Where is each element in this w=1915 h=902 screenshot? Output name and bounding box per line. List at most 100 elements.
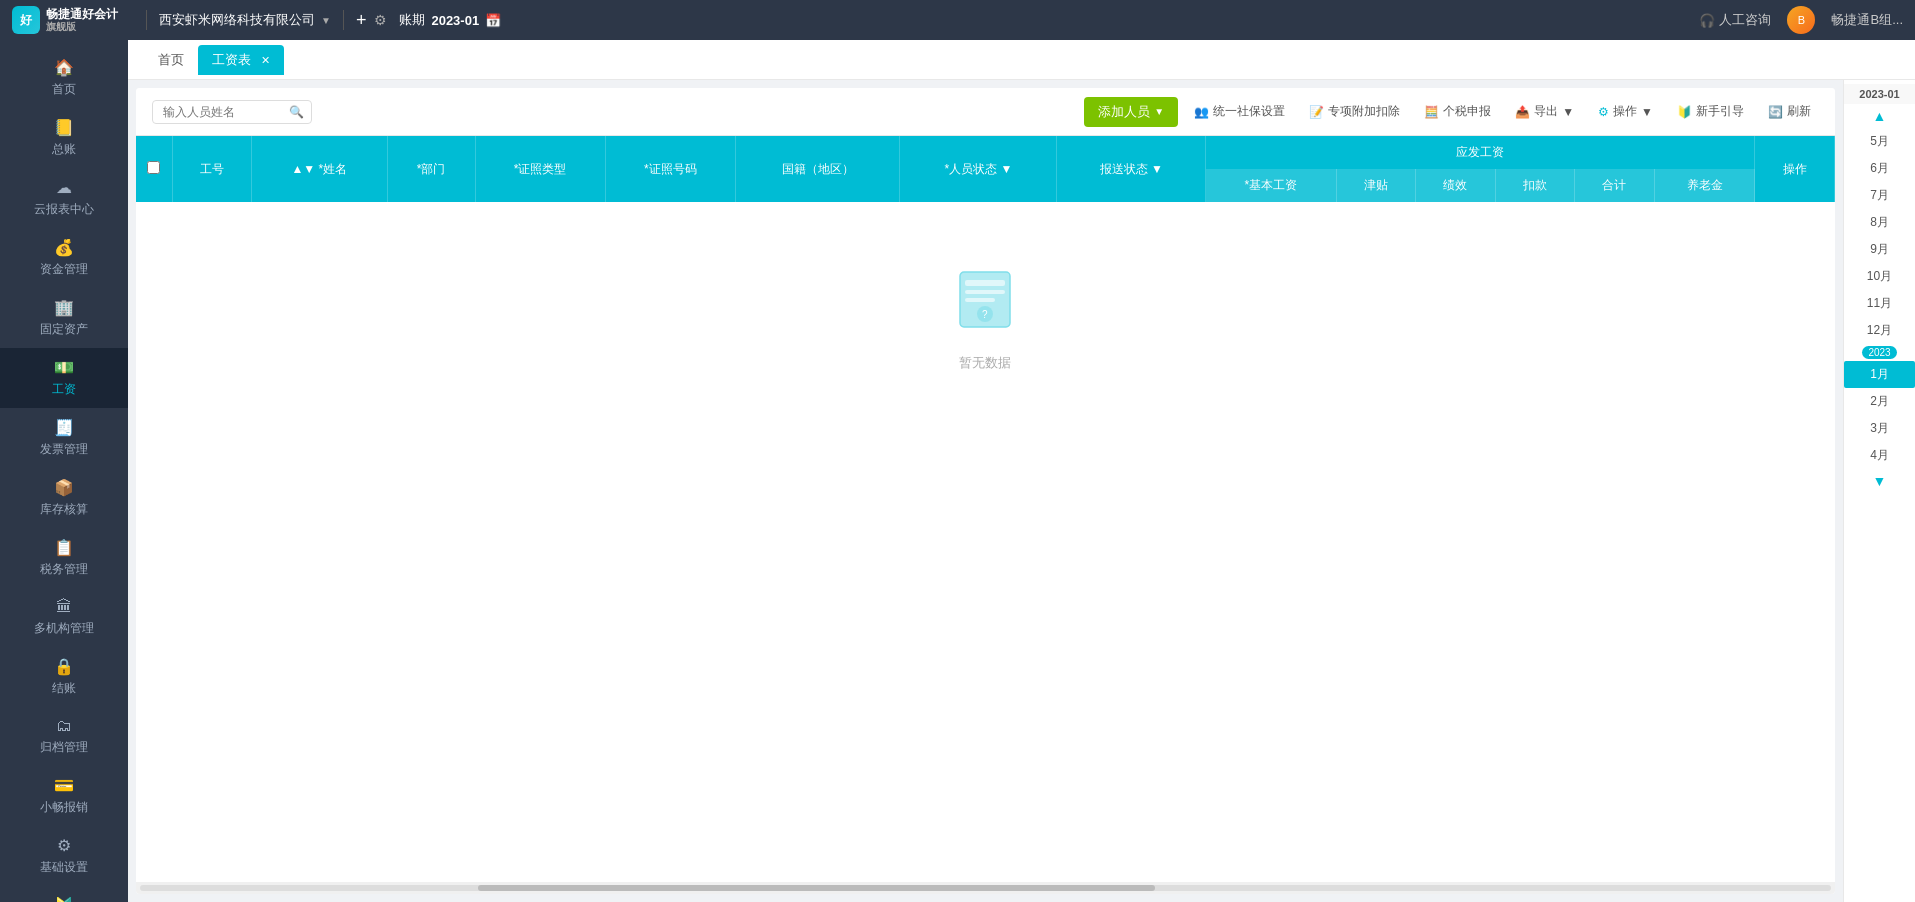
cal-scroll-down[interactable]: ▼ bbox=[1868, 469, 1892, 493]
settings-icon[interactable]: ⚙ bbox=[374, 12, 387, 28]
tab-home-label: 首页 bbox=[158, 52, 184, 67]
th-status-label: *人员状态 ▼ bbox=[944, 162, 1012, 176]
tabs-bar: 首页 工资表 ✕ bbox=[128, 40, 1915, 80]
th-country: 国籍（地区） bbox=[735, 136, 899, 202]
th-base-salary: *基本工资 bbox=[1206, 169, 1336, 202]
table-container: 工号 ▲▼ *姓名 *部门 *证照类型 bbox=[136, 136, 1835, 882]
cal-month-7[interactable]: 7月 bbox=[1844, 182, 1915, 209]
sidebar-item-invoice[interactable]: 🧾 发票管理 bbox=[0, 408, 128, 468]
add-person-arrow: ▼ bbox=[1154, 106, 1164, 117]
cal-month-11[interactable]: 11月 bbox=[1844, 290, 1915, 317]
select-all-checkbox[interactable] bbox=[147, 161, 160, 174]
sidebar-label-invoice: 发票管理 bbox=[40, 441, 88, 458]
sidebar-item-fixed-assets[interactable]: 🏢 固定资产 bbox=[0, 288, 128, 348]
sidebar-item-expense[interactable]: 💳 小畅报销 bbox=[0, 766, 128, 826]
topbar-right: 🎧 人工咨询 B 畅捷通B组... bbox=[1699, 6, 1903, 34]
content-area: 首页 工资表 ✕ 🔍 添加人员 ▼ bbox=[128, 40, 1915, 902]
sidebar-label-close: 结账 bbox=[52, 680, 76, 697]
cal-month-12[interactable]: 12月 bbox=[1844, 317, 1915, 344]
sidebar-item-guide[interactable]: 🔰 新手引导 bbox=[0, 886, 128, 902]
operations-arrow: ▼ bbox=[1641, 105, 1653, 119]
add-person-button[interactable]: 添加人员 ▼ bbox=[1084, 97, 1178, 127]
cal-month-3[interactable]: 3月 bbox=[1844, 415, 1915, 442]
service-label: 人工咨询 bbox=[1719, 11, 1771, 29]
cal-month-2[interactable]: 2月 bbox=[1844, 388, 1915, 415]
cal-month-1[interactable]: 1月 bbox=[1844, 361, 1915, 388]
payroll-toolbar: 🔍 添加人员 ▼ 👥 统一社保设置 📝 专项附加扣除 bbox=[136, 88, 1835, 136]
cal-month-8[interactable]: 8月 bbox=[1844, 209, 1915, 236]
sidebar-label-payroll: 工资 bbox=[52, 381, 76, 398]
empty-cell: ? 暂无数据 bbox=[136, 202, 1835, 432]
sidebar-item-fund[interactable]: 💰 资金管理 bbox=[0, 228, 128, 288]
sidebar-item-inventory[interactable]: 📦 库存核算 bbox=[0, 468, 128, 528]
service-button[interactable]: 🎧 人工咨询 bbox=[1699, 11, 1771, 29]
sidebar-item-close[interactable]: 🔒 结账 bbox=[0, 647, 128, 707]
cal-month-5[interactable]: 5月 bbox=[1844, 128, 1915, 155]
sidebar-item-settings[interactable]: ⚙ 基础设置 bbox=[0, 826, 128, 886]
sidebar-item-cloud-report[interactable]: ☁ 云报表中心 bbox=[0, 168, 128, 228]
special-deduct-button[interactable]: 📝 专项附加扣除 bbox=[1301, 99, 1408, 124]
tab-close-icon[interactable]: ✕ bbox=[261, 54, 270, 66]
cloud-report-icon: ☁ bbox=[56, 178, 72, 197]
company-selector[interactable]: 西安虾米网络科技有限公司 ▼ bbox=[159, 11, 331, 29]
search-input[interactable] bbox=[163, 105, 283, 119]
cal-month-4[interactable]: 4月 bbox=[1844, 442, 1915, 469]
tab-home[interactable]: 首页 bbox=[144, 45, 198, 75]
user-avatar[interactable]: B bbox=[1787, 6, 1815, 34]
inventory-icon: 📦 bbox=[54, 478, 74, 497]
fund-icon: 💰 bbox=[54, 238, 74, 257]
settings-sidebar-icon: ⚙ bbox=[57, 836, 71, 855]
operations-button[interactable]: ⚙ 操作 ▼ bbox=[1590, 99, 1661, 124]
export-button[interactable]: 📤 导出 ▼ bbox=[1507, 99, 1582, 124]
period-calendar-icon[interactable]: 📅 bbox=[485, 13, 501, 28]
th-id-number-label: *证照号码 bbox=[644, 162, 697, 176]
guide-toolbar-button[interactable]: 🔰 新手引导 bbox=[1669, 99, 1752, 124]
logo-icon: 好 bbox=[12, 6, 40, 34]
social-security-button[interactable]: 👥 统一社保设置 bbox=[1186, 99, 1293, 124]
personal-tax-button[interactable]: 🧮 个税申报 bbox=[1416, 99, 1499, 124]
sidebar-item-ledger[interactable]: 📒 总账 bbox=[0, 108, 128, 168]
username: 畅捷通B组... bbox=[1831, 11, 1903, 29]
export-arrow: ▼ bbox=[1562, 105, 1574, 119]
add-button[interactable]: + bbox=[356, 10, 367, 31]
th-checkbox[interactable] bbox=[136, 136, 172, 202]
sidebar-item-home[interactable]: 🏠 首页 bbox=[0, 48, 128, 108]
close-period-icon: 🔒 bbox=[54, 657, 74, 676]
sidebar-label-multi-org: 多机构管理 bbox=[34, 620, 94, 637]
period-value: 2023-01 bbox=[431, 13, 479, 28]
th-operations-label: 操作 bbox=[1783, 162, 1807, 176]
cal-scroll-up[interactable]: ▲ bbox=[1868, 104, 1892, 128]
cal-year-badge: 2023 bbox=[1862, 346, 1896, 359]
sidebar-item-payroll[interactable]: 💵 工资 bbox=[0, 348, 128, 408]
archive-icon: 🗂 bbox=[56, 717, 72, 735]
sidebar-label-fund: 资金管理 bbox=[40, 261, 88, 278]
th-total-label: 合计 bbox=[1602, 178, 1626, 192]
export-icon: 📤 bbox=[1515, 105, 1530, 119]
invoice-icon: 🧾 bbox=[54, 418, 74, 437]
guide-toolbar-label: 新手引导 bbox=[1696, 103, 1744, 120]
th-report-status: 报送状态 ▼ bbox=[1057, 136, 1206, 202]
cal-month-6[interactable]: 6月 bbox=[1844, 155, 1915, 182]
th-allowance: 津贴 bbox=[1336, 169, 1416, 202]
app-logo: 好 畅捷通好会计 旗舰版 bbox=[12, 6, 118, 34]
th-department: *部门 bbox=[387, 136, 475, 202]
cal-month-10[interactable]: 10月 bbox=[1844, 263, 1915, 290]
inner-content: 🔍 添加人员 ▼ 👥 统一社保设置 📝 专项附加扣除 bbox=[128, 80, 1915, 902]
th-salary-group-label: 应发工资 bbox=[1456, 145, 1504, 159]
tab-payroll-table[interactable]: 工资表 ✕ bbox=[198, 45, 284, 75]
sidebar-item-archive[interactable]: 🗂 归档管理 bbox=[0, 707, 128, 766]
tax-icon: 📋 bbox=[54, 538, 74, 557]
sidebar: 🏠 首页 📒 总账 ☁ 云报表中心 💰 资金管理 🏢 固定资产 💵 工资 🧾 发… bbox=[0, 40, 128, 902]
bottom-scrollbar[interactable] bbox=[136, 882, 1835, 894]
special-deduct-label: 专项附加扣除 bbox=[1328, 103, 1400, 120]
th-id-type: *证照类型 bbox=[475, 136, 605, 202]
th-number: 工号 bbox=[172, 136, 252, 202]
app-edition: 旗舰版 bbox=[46, 21, 118, 33]
social-security-label: 统一社保设置 bbox=[1213, 103, 1285, 120]
refresh-button[interactable]: 🔄 刷新 bbox=[1760, 99, 1819, 124]
sidebar-item-multi-org[interactable]: 🏛 多机构管理 bbox=[0, 588, 128, 647]
cal-month-9[interactable]: 9月 bbox=[1844, 236, 1915, 263]
headset-icon: 🎧 bbox=[1699, 13, 1715, 28]
sidebar-item-tax[interactable]: 📋 税务管理 bbox=[0, 528, 128, 588]
refresh-label: 刷新 bbox=[1787, 103, 1811, 120]
